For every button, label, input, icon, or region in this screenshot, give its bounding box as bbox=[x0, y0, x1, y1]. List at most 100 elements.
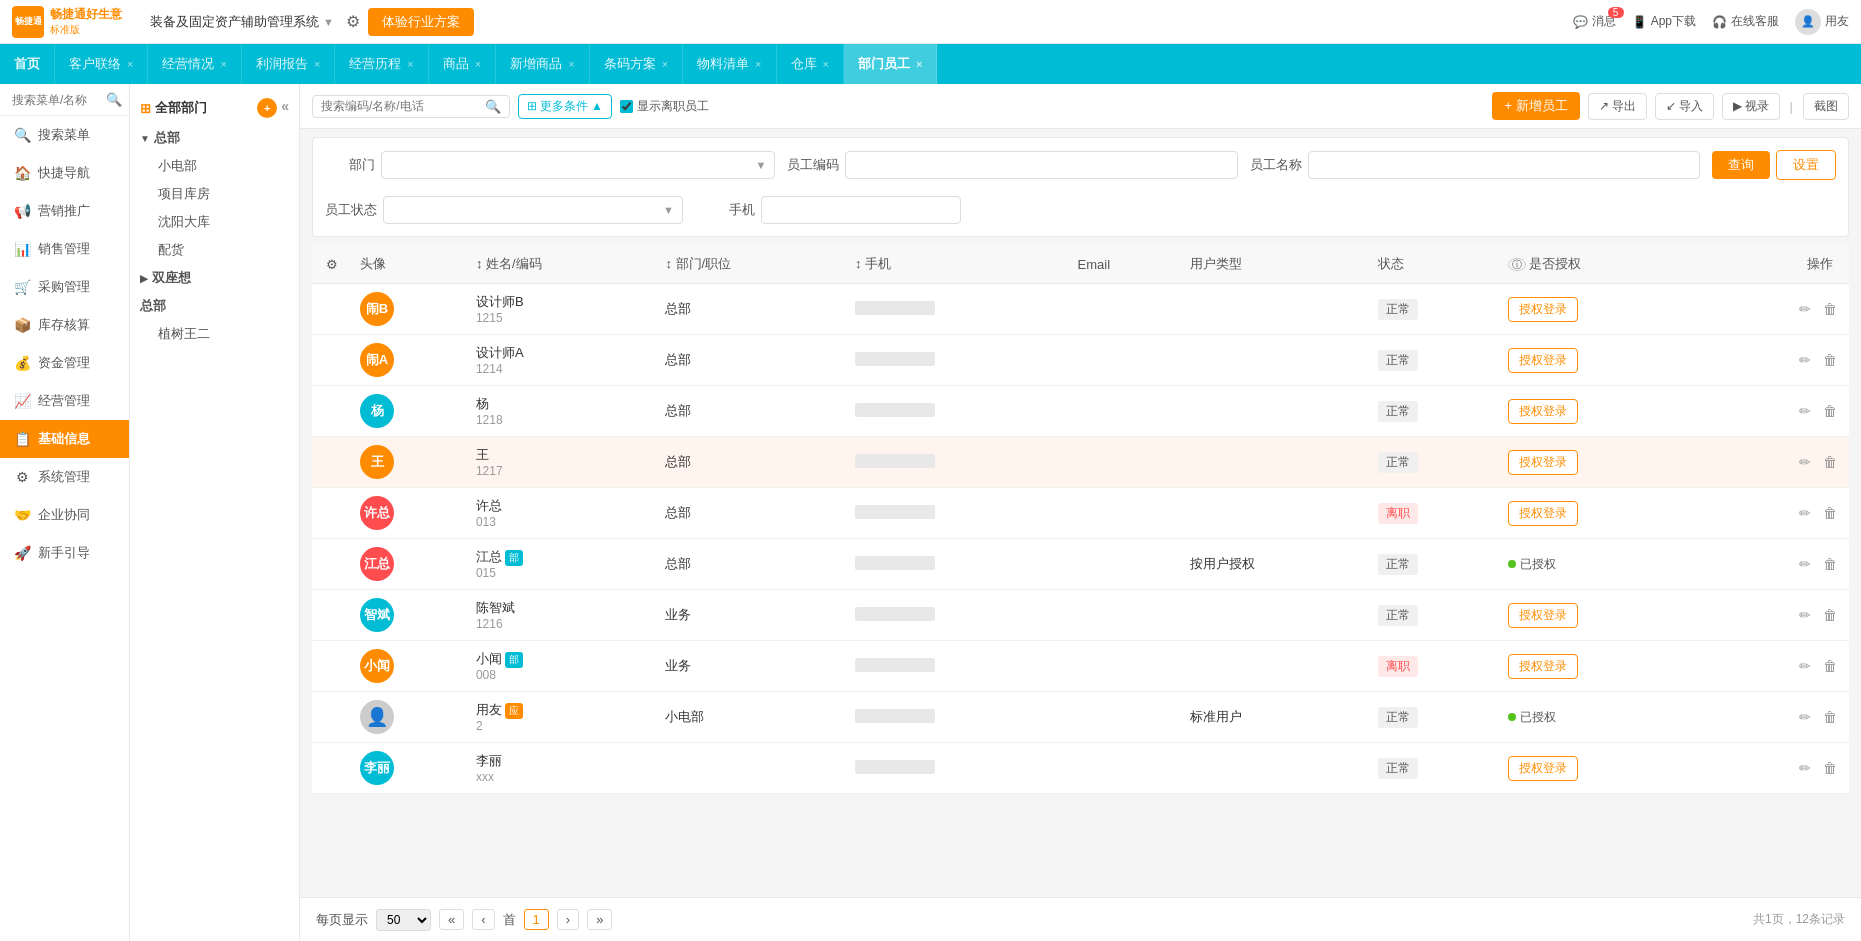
tree-add-button[interactable]: + bbox=[257, 98, 277, 118]
edit-button[interactable]: ✏ bbox=[1795, 758, 1815, 778]
settings-icon[interactable]: ⚙ bbox=[346, 12, 360, 31]
view-button[interactable]: ▶ 视录 bbox=[1722, 93, 1780, 120]
delete-button[interactable]: 🗑 bbox=[1819, 503, 1841, 523]
tree-collapse-button[interactable]: « bbox=[281, 98, 289, 118]
delete-button[interactable]: 🗑 bbox=[1819, 299, 1841, 319]
nav-tab-商品[interactable]: 商品 × bbox=[429, 44, 496, 84]
authorize-button[interactable]: 授权登录 bbox=[1508, 399, 1578, 424]
nav-tab-新增商品[interactable]: 新增商品 × bbox=[496, 44, 589, 84]
sidebar-item-营销推广[interactable]: 📢营销推广 bbox=[0, 192, 129, 230]
delete-button[interactable]: 🗑 bbox=[1819, 656, 1841, 676]
set-button[interactable]: 设置 bbox=[1776, 150, 1836, 180]
search-submit-icon[interactable]: 🔍 bbox=[485, 99, 501, 114]
edit-button[interactable]: ✏ bbox=[1795, 554, 1815, 574]
sidebar-item-企业协同[interactable]: 🤝企业协同 bbox=[0, 496, 129, 534]
tree-node-zongbu[interactable]: 总部 bbox=[130, 292, 299, 320]
nav-tab-利润报告[interactable]: 利润报告 × bbox=[242, 44, 335, 84]
tree-node-general[interactable]: ▼ 总部 bbox=[130, 124, 299, 152]
authorize-button[interactable]: 授权登录 bbox=[1508, 603, 1578, 628]
nav-tab-条码方案[interactable]: 条码方案 × bbox=[590, 44, 683, 84]
authorize-button[interactable]: 授权登录 bbox=[1508, 501, 1578, 526]
resigned-checkbox-input[interactable] bbox=[620, 100, 633, 113]
search-input[interactable] bbox=[12, 93, 102, 107]
th-settings[interactable]: ⚙ bbox=[312, 245, 352, 284]
delete-button[interactable]: 🗑 bbox=[1819, 554, 1841, 574]
delete-button[interactable]: 🗑 bbox=[1819, 707, 1841, 727]
phone-input[interactable] bbox=[761, 196, 961, 224]
query-button[interactable]: 查询 bbox=[1712, 151, 1770, 179]
export-button[interactable]: ↗ 导出 bbox=[1588, 93, 1647, 120]
edit-button[interactable]: ✏ bbox=[1795, 350, 1815, 370]
edit-button[interactable]: ✏ bbox=[1795, 605, 1815, 625]
nav-tab-部门员工[interactable]: 部门员工 × bbox=[844, 44, 937, 84]
emp-name-input[interactable] bbox=[1308, 151, 1700, 179]
emp-code-input[interactable] bbox=[845, 151, 1237, 179]
edit-button[interactable]: ✏ bbox=[1795, 707, 1815, 727]
nav-tab-首页[interactable]: 首页 bbox=[0, 44, 55, 84]
tab-close-icon[interactable]: × bbox=[314, 58, 320, 70]
import-button[interactable]: ↙ 导入 bbox=[1655, 93, 1714, 120]
authorize-button[interactable]: 授权登录 bbox=[1508, 450, 1578, 475]
sidebar-item-基础信息[interactable]: 📋基础信息 bbox=[0, 420, 129, 458]
authorize-button[interactable]: 授权登录 bbox=[1508, 756, 1578, 781]
trial-button[interactable]: 体验行业方案 bbox=[368, 8, 474, 36]
sidebar-item-系统管理[interactable]: ⚙系统管理 bbox=[0, 458, 129, 496]
tab-close-icon[interactable]: × bbox=[755, 58, 761, 70]
tree-node-double-want[interactable]: ▶ 双座想 bbox=[130, 264, 299, 292]
tab-close-icon[interactable]: × bbox=[220, 58, 226, 70]
first-page-button[interactable]: « bbox=[439, 909, 464, 930]
employee-search-input[interactable] bbox=[321, 99, 481, 113]
tab-close-icon[interactable]: × bbox=[407, 58, 413, 70]
edit-button[interactable]: ✏ bbox=[1795, 503, 1815, 523]
tab-close-icon[interactable]: × bbox=[823, 58, 829, 70]
sidebar-item-经营管理[interactable]: 📈经营管理 bbox=[0, 382, 129, 420]
edit-button[interactable]: ✏ bbox=[1795, 299, 1815, 319]
prev-page-button[interactable]: ‹ bbox=[472, 909, 494, 930]
last-page-button[interactable]: » bbox=[587, 909, 612, 930]
edit-button[interactable]: ✏ bbox=[1795, 401, 1815, 421]
more-conditions-button[interactable]: ⊞ 更多条件 ▲ bbox=[518, 94, 612, 119]
screenshot-button[interactable]: 截图 bbox=[1803, 93, 1849, 120]
sidebar-item-搜索菜单[interactable]: 🔍搜索菜单 bbox=[0, 116, 129, 154]
th-name-code[interactable]: ↕ 姓名/编码 bbox=[468, 245, 658, 284]
tree-node-plant-tree[interactable]: 植树王二 bbox=[130, 320, 299, 348]
edit-button[interactable]: ✏ bbox=[1795, 452, 1815, 472]
authorize-button[interactable]: 授权登录 bbox=[1508, 654, 1578, 679]
th-phone[interactable]: ↕ 手机 bbox=[847, 245, 1070, 284]
nav-tab-仓库[interactable]: 仓库 × bbox=[777, 44, 844, 84]
per-page-select[interactable]: 50 100 bbox=[376, 909, 431, 931]
nav-tab-经营历程[interactable]: 经营历程 × bbox=[335, 44, 428, 84]
tree-node-shenyang[interactable]: 沈阳大库 bbox=[130, 208, 299, 236]
delete-button[interactable]: 🗑 bbox=[1819, 452, 1841, 472]
tab-close-icon[interactable]: × bbox=[568, 58, 574, 70]
sidebar-item-资金管理[interactable]: 💰资金管理 bbox=[0, 344, 129, 382]
add-employee-button[interactable]: + 新增员工 bbox=[1492, 92, 1579, 120]
sidebar-item-库存核算[interactable]: 📦库存核算 bbox=[0, 306, 129, 344]
tree-node-project-room[interactable]: 项目库房 bbox=[130, 180, 299, 208]
app-download-action[interactable]: 📱 App下载 bbox=[1632, 13, 1696, 30]
delete-button[interactable]: 🗑 bbox=[1819, 401, 1841, 421]
sidebar-item-快捷导航[interactable]: 🏠快捷导航 bbox=[0, 154, 129, 192]
authorize-button[interactable]: 授权登录 bbox=[1508, 297, 1578, 322]
delete-button[interactable]: 🗑 bbox=[1819, 350, 1841, 370]
current-page[interactable]: 1 bbox=[524, 909, 549, 930]
delete-button[interactable]: 🗑 bbox=[1819, 605, 1841, 625]
tab-close-icon[interactable]: × bbox=[127, 58, 133, 70]
sidebar-item-销售管理[interactable]: 📊销售管理 bbox=[0, 230, 129, 268]
user-action[interactable]: 👤 用友 bbox=[1795, 9, 1849, 35]
tree-node-xiao-dian[interactable]: 小电部 bbox=[130, 152, 299, 180]
authorize-button[interactable]: 授权登录 bbox=[1508, 348, 1578, 373]
message-action[interactable]: 💬 消息 5 bbox=[1573, 13, 1616, 30]
nav-tab-物料清单[interactable]: 物料清单 × bbox=[683, 44, 776, 84]
tab-close-icon[interactable]: × bbox=[662, 58, 668, 70]
show-resigned-checkbox[interactable]: 显示离职员工 bbox=[620, 98, 709, 115]
th-dept-pos[interactable]: ↕ 部门/职位 bbox=[657, 245, 847, 284]
tree-node-delivery[interactable]: 配货 bbox=[130, 236, 299, 264]
dept-select[interactable]: ▼ bbox=[381, 151, 775, 179]
tab-close-icon[interactable]: × bbox=[475, 58, 481, 70]
online-service-action[interactable]: 🎧 在线客服 bbox=[1712, 13, 1779, 30]
tab-close-icon[interactable]: × bbox=[916, 58, 922, 70]
edit-button[interactable]: ✏ bbox=[1795, 656, 1815, 676]
emp-status-select[interactable]: ▼ bbox=[383, 196, 683, 224]
sidebar-item-新手引导[interactable]: 🚀新手引导 bbox=[0, 534, 129, 572]
